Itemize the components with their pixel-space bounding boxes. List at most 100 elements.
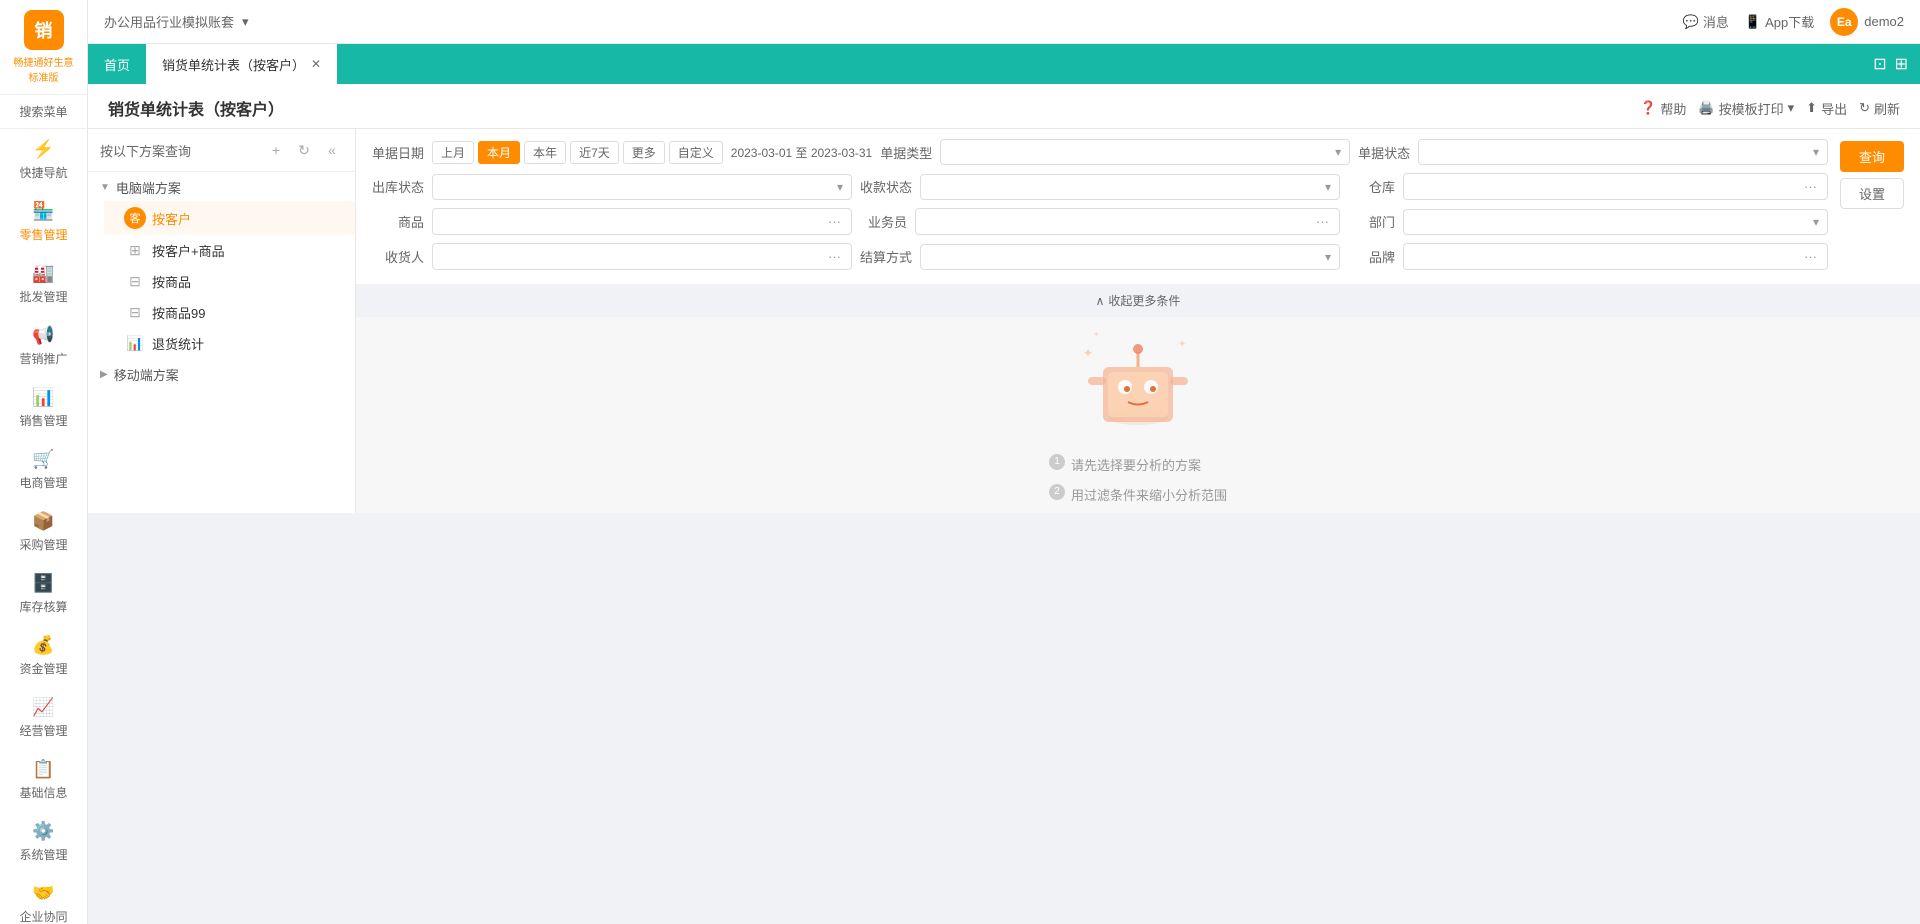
pay-status-chevron-icon: ▾ xyxy=(1325,180,1331,194)
print-icon: 🖨️ xyxy=(1698,100,1714,116)
tab-active[interactable]: 销货单统计表（按客户） ✕ xyxy=(146,44,337,84)
tab-home[interactable]: 首页 xyxy=(88,44,146,84)
app-title: 办公用品行业模拟账套 xyxy=(104,12,234,31)
mobile-group-arrow-icon: ▶ xyxy=(100,369,108,380)
add-scheme-button[interactable]: + xyxy=(265,139,287,161)
print-button[interactable]: 🖨️ 按模板打印 ▾ xyxy=(1698,99,1794,118)
doc-status-chevron-icon: ▾ xyxy=(1813,145,1819,159)
goods-filter: 商品 ··· xyxy=(372,208,852,235)
sidebar-item-sales[interactable]: 📊 销售管理 xyxy=(0,377,87,439)
help-button[interactable]: ❓ 帮助 xyxy=(1640,99,1686,118)
ecom-icon: 🛒 xyxy=(32,449,54,470)
settings-button[interactable]: 设置 xyxy=(1840,178,1904,209)
scheme-return-stats[interactable]: 📊 退货统计 xyxy=(104,328,355,359)
doc-type-select[interactable]: ▾ xyxy=(940,139,1350,165)
salesperson-input[interactable]: ··· xyxy=(915,208,1340,235)
date-label: 单据日期 xyxy=(372,143,432,162)
mobile-group-header[interactable]: ▶ 移动端方案 xyxy=(88,359,355,388)
user-profile[interactable]: Ea demo2 xyxy=(1830,8,1904,36)
mobile-group-title: 移动端方案 xyxy=(114,365,179,384)
doc-status-select[interactable]: ▾ xyxy=(1418,139,1828,165)
shortcut-icon: ⚡ xyxy=(32,139,54,160)
query-button[interactable]: 查询 xyxy=(1840,141,1904,172)
last-month-btn[interactable]: 上月 xyxy=(432,141,474,164)
download-icon: 📱 xyxy=(1745,14,1761,30)
dept-label: 部门 xyxy=(1348,212,1403,231)
receiver-input[interactable]: ··· xyxy=(432,243,852,270)
refresh-scheme-button[interactable]: ↻ xyxy=(293,139,315,161)
collapse-bar[interactable]: ∧ 收起更多条件 xyxy=(356,284,1920,317)
sidebar-item-marketing[interactable]: 📢 营销推广 xyxy=(0,315,87,377)
settle-select[interactable]: ▾ xyxy=(920,244,1340,270)
dropdown-arrow-icon[interactable]: ▾ xyxy=(242,14,249,30)
app-download-button[interactable]: 📱 App下载 xyxy=(1745,12,1814,31)
pc-group-title: 电脑端方案 xyxy=(116,178,181,197)
pay-status-select[interactable]: ▾ xyxy=(920,174,1340,200)
last7-btn[interactable]: 近7天 xyxy=(570,141,619,164)
scheme-by-goods99[interactable]: ⊟ 按商品99 xyxy=(104,297,355,328)
scheme-by-customer[interactable]: 客 按客户 xyxy=(104,201,355,235)
pc-scheme-list: 客 按客户 ⊞ 按客户+商品 ⊟ 按商品 ⊟ 按商品99 xyxy=(88,201,355,359)
return-stats-icon: 📊 xyxy=(124,335,146,352)
warehouse-label: 仓库 xyxy=(1348,177,1403,196)
sidebar-item-retail[interactable]: 🏪 零售管理 xyxy=(0,191,87,253)
sales-icon: 📊 xyxy=(32,387,54,408)
wholesale-icon: 🏭 xyxy=(32,263,54,284)
sidebar-item-coop[interactable]: 🤝 企业协同 xyxy=(0,873,87,924)
pay-status-filter: 收款状态 ▾ xyxy=(860,174,1340,200)
sidebar-item-operation[interactable]: 📈 经营管理 xyxy=(0,687,87,749)
dept-chevron-icon: ▾ xyxy=(1813,215,1819,229)
dept-select[interactable]: ▾ xyxy=(1403,209,1828,235)
header-left: 办公用品行业模拟账套 ▾ xyxy=(104,12,249,31)
tab-bar: 首页 销货单统计表（按客户） ✕ ⊡ ⊞ xyxy=(88,44,1920,84)
maximize-icon[interactable]: ⊞ xyxy=(1895,54,1908,74)
brand-input[interactable]: ··· xyxy=(1403,243,1828,270)
doc-status-label: 单据状态 xyxy=(1358,143,1418,162)
panel-header: 按以下方案查询 + ↻ « xyxy=(88,129,355,172)
logo: 销 畅捷通好生意 标准版 xyxy=(0,0,87,95)
refresh-button[interactable]: ↻ 刷新 xyxy=(1859,99,1900,118)
out-status-filter: 出库状态 ▾ xyxy=(372,174,852,200)
stock-icon: 🗄️ xyxy=(32,573,54,594)
sidebar-item-basic[interactable]: 📋 基础信息 xyxy=(0,749,87,811)
scheme-by-goods-label: 按商品 xyxy=(152,272,343,291)
date-range-display: 2023-03-01 至 2023-03-31 xyxy=(731,144,872,161)
sidebar-item-purchase[interactable]: 📦 采购管理 xyxy=(0,501,87,563)
pc-group-header[interactable]: ▼ 电脑端方案 xyxy=(88,172,355,201)
panel-actions: + ↻ « xyxy=(265,139,343,161)
search-menu-item[interactable]: 搜索菜单 xyxy=(0,95,87,129)
warehouse-input[interactable]: ··· xyxy=(1403,173,1828,200)
filter-section: 单据日期 上月 本月 本年 近7天 更多 自定义 xyxy=(356,129,1920,284)
sidebar-item-wholesale[interactable]: 🏭 批发管理 xyxy=(0,253,87,315)
export-icon: ⬆ xyxy=(1806,100,1817,116)
empty-state-content: ✦ ✦ ✦ 1 请先选择要分析的方案 2 xyxy=(1049,317,1227,513)
more-date-btn[interactable]: 更多 xyxy=(623,141,665,164)
out-status-select[interactable]: ▾ xyxy=(432,174,852,200)
scheme-by-goods[interactable]: ⊟ 按商品 xyxy=(104,266,355,297)
tab-actions: ⊡ ⊞ xyxy=(1873,54,1920,74)
collapse-panel-button[interactable]: « xyxy=(321,139,343,161)
sidebar-item-stock[interactable]: 🗄️ 库存核算 xyxy=(0,563,87,625)
tab-close-icon[interactable]: ✕ xyxy=(311,57,321,71)
custom-date-btn[interactable]: 自定义 xyxy=(669,141,723,164)
sidebar-item-system[interactable]: ⚙️ 系统管理 xyxy=(0,811,87,873)
out-status-chevron-icon: ▾ xyxy=(837,180,843,194)
this-year-btn[interactable]: 本年 xyxy=(524,141,566,164)
scheme-by-customer-goods[interactable]: ⊞ 按客户+商品 xyxy=(104,235,355,266)
brand-label: 品牌 xyxy=(1348,247,1403,266)
goods-input[interactable]: ··· xyxy=(432,208,852,235)
export-button[interactable]: ⬆ 导出 xyxy=(1806,99,1847,118)
empty-tip-step1: 1 请先选择要分析的方案 xyxy=(1049,453,1227,479)
sidebar-shortcut[interactable]: ⚡ 快捷导航 xyxy=(0,129,87,191)
sidebar-item-finance[interactable]: 💰 资金管理 xyxy=(0,625,87,687)
sidebar-item-ecom[interactable]: 🛒 电商管理 xyxy=(0,439,87,501)
retail-icon: 🏪 xyxy=(32,201,54,222)
pay-status-label: 收款状态 xyxy=(860,177,920,196)
restore-icon[interactable]: ⊡ xyxy=(1873,54,1886,74)
system-icon: ⚙️ xyxy=(32,821,54,842)
logo-icon: 销 xyxy=(24,10,64,50)
settle-label: 结算方式 xyxy=(860,247,920,266)
this-month-btn[interactable]: 本月 xyxy=(478,141,520,164)
message-button[interactable]: 💬 消息 xyxy=(1683,12,1729,31)
logo-text: 畅捷通好生意 标准版 xyxy=(14,54,74,84)
